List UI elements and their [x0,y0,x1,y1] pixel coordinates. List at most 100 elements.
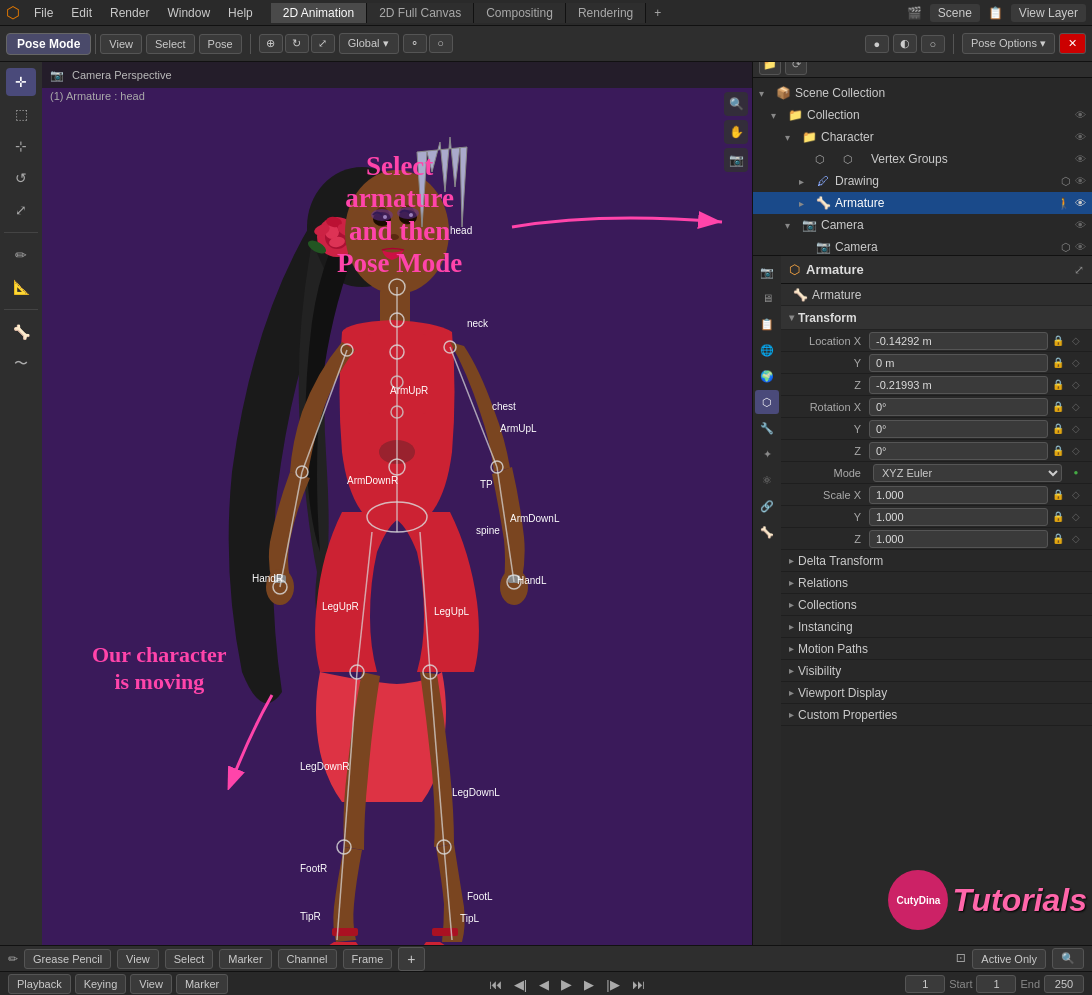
bone-select-tool[interactable]: 🦴 [6,318,36,346]
prop-maximize-icon[interactable]: ⤢ [1074,263,1084,277]
prop-scale-z-value[interactable]: 1.000 [869,530,1048,548]
timeline-search[interactable]: 🔍 [1052,948,1084,969]
prop-collections[interactable]: ▸ Collections [781,594,1092,616]
timeline-frame-menu[interactable]: Frame [343,949,393,969]
prop-visibility[interactable]: ▸ Visibility [781,660,1092,682]
prop-physics-icon[interactable]: ⚛ [755,468,779,492]
proportional-icon[interactable]: ○ [429,34,453,53]
relax-tool[interactable]: 〜 [6,350,36,378]
prop-rotation-y-value[interactable]: 0° [869,420,1048,438]
prop-render-icon[interactable]: 📷 [755,260,779,284]
tree-eye-camera-c[interactable]: 👁 [1075,241,1086,253]
snap-icon[interactable]: ⚬ [403,34,427,53]
move-tool[interactable]: ⊹ [6,132,36,160]
timeline-marker-menu[interactable]: Marker [219,949,271,969]
prop-custom-properties[interactable]: ▸ Custom Properties [781,704,1092,726]
prop-particles-icon[interactable]: ✦ [755,442,779,466]
start-frame-input[interactable] [976,975,1016,993]
playback-dropdown[interactable]: Playback [8,974,71,994]
prop-scale-x-anim[interactable]: ◇ [1068,487,1084,503]
pose-menu[interactable]: Pose [199,34,242,54]
tab-2d-animation[interactable]: 2D Animation [271,3,367,23]
zoom-icon[interactable]: 🔍 [724,92,748,116]
prop-rotation-y-lock[interactable]: 🔒 [1050,421,1066,437]
prop-scale-x-lock[interactable]: 🔒 [1050,487,1066,503]
timeline-channel-menu[interactable]: Channel [278,949,337,969]
close-button[interactable]: ✕ [1059,33,1086,54]
prop-location-x-lock[interactable]: 🔒 [1050,333,1066,349]
prop-output-icon[interactable]: 🖥 [755,286,779,310]
prop-scale-z-lock[interactable]: 🔒 [1050,531,1066,547]
timeline-view-menu[interactable]: View [117,949,159,969]
view-tl-dropdown[interactable]: View [130,974,172,994]
tree-eye-armature[interactable]: 👁 [1075,197,1086,209]
rotate-icon[interactable]: ↻ [285,34,309,53]
transform-icon[interactable]: ⊕ [259,34,283,53]
cursor-tool[interactable]: ✛ [6,68,36,96]
prop-object-icon[interactable]: ⬡ [755,390,779,414]
prop-armature-sub[interactable]: 🦴 Armature [781,284,1092,306]
viewport-shading-3[interactable]: ○ [921,35,945,53]
timeline-add-btn[interactable]: + [398,947,424,971]
menu-edit[interactable]: Edit [63,4,100,22]
add-workspace-button[interactable]: + [646,3,669,23]
annotate-tool[interactable]: ✏ [6,241,36,269]
viewport[interactable]: 📷 Camera Perspective (1) Armature : head [42,62,752,945]
marker-tl-dropdown[interactable]: Marker [176,974,228,994]
tree-eye-collection[interactable]: 👁 [1075,109,1086,121]
prop-scale-x-value[interactable]: 1.000 [869,486,1048,504]
timeline-select-menu[interactable]: Select [165,949,214,969]
prop-transform-header[interactable]: ▾ Transform [781,306,1092,330]
prop-delta-transform[interactable]: ▸ Delta Transform [781,550,1092,572]
viewport-shading-1[interactable]: ● [865,35,889,53]
prop-instancing[interactable]: ▸ Instancing [781,616,1092,638]
camera-vp-icon[interactable]: 📷 [724,148,748,172]
view-menu[interactable]: View [100,34,142,54]
prop-scale-y-value[interactable]: 1.000 [869,508,1048,526]
prop-scale-y-anim[interactable]: ◇ [1068,509,1084,525]
end-frame-input[interactable] [1044,975,1084,993]
blender-icon[interactable]: ⬡ [6,3,20,22]
tree-eye-vg[interactable]: 👁 [1075,153,1086,165]
scale-icon[interactable]: ⤢ [311,34,335,53]
prop-rotation-z-anim[interactable]: ◇ [1068,443,1084,459]
play-btn[interactable]: ▶ [557,974,576,994]
current-frame-input[interactable] [905,975,945,993]
prop-scene-icon[interactable]: 🌐 [755,338,779,362]
select-box-tool[interactable]: ⬚ [6,100,36,128]
prop-location-y-value[interactable]: 0 m [869,354,1048,372]
prop-motion-paths[interactable]: ▸ Motion Paths [781,638,1092,660]
tree-eye-character[interactable]: 👁 [1075,131,1086,143]
prop-mode-dot[interactable]: ● [1068,465,1084,481]
prop-world-icon[interactable]: 🌍 [755,364,779,388]
tree-collection[interactable]: ▾ 📁 Collection 👁 [753,104,1092,126]
global-dropdown[interactable]: Global ▾ [339,33,399,54]
next-frame-btn[interactable]: ▶ [580,975,598,994]
menu-help[interactable]: Help [220,4,261,22]
prop-location-x-value[interactable]: -0.14292 m [869,332,1048,350]
prop-rotation-y-anim[interactable]: ◇ [1068,421,1084,437]
prop-location-z-lock[interactable]: 🔒 [1050,377,1066,393]
menu-window[interactable]: Window [159,4,218,22]
menu-file[interactable]: File [26,4,61,22]
keying-dropdown[interactable]: Keying [75,974,127,994]
prop-data-icon[interactable]: 🦴 [755,520,779,544]
prop-scale-z-anim[interactable]: ◇ [1068,531,1084,547]
tree-scene-collection[interactable]: ▾ 📦 Scene Collection [753,82,1092,104]
prop-rotation-x-value[interactable]: 0° [869,398,1048,416]
jump-end-btn[interactable]: ⏭ [628,975,649,994]
prop-location-y-anim[interactable]: ◇ [1068,355,1084,371]
tab-compositing[interactable]: Compositing [474,3,566,23]
viewport-shading-2[interactable]: ◐ [893,34,917,53]
tree-eye-camera-p[interactable]: 👁 [1075,219,1086,231]
prop-location-z-anim[interactable]: ◇ [1068,377,1084,393]
prop-location-y-lock[interactable]: 🔒 [1050,355,1066,371]
pose-mode-dropdown[interactable]: Pose Mode [6,33,91,55]
measure-tool[interactable]: 📐 [6,273,36,301]
tree-drawing[interactable]: ▸ 🖊 Drawing ⬡ 👁 [753,170,1092,192]
next-keyframe-btn[interactable]: |▶ [602,975,623,994]
prop-rotation-z-lock[interactable]: 🔒 [1050,443,1066,459]
grease-pencil-dropdown[interactable]: Grease Pencil [24,949,111,969]
tree-armature[interactable]: ▸ 🦴 Armature 🚶 👁 [753,192,1092,214]
tab-rendering[interactable]: Rendering [566,3,646,23]
